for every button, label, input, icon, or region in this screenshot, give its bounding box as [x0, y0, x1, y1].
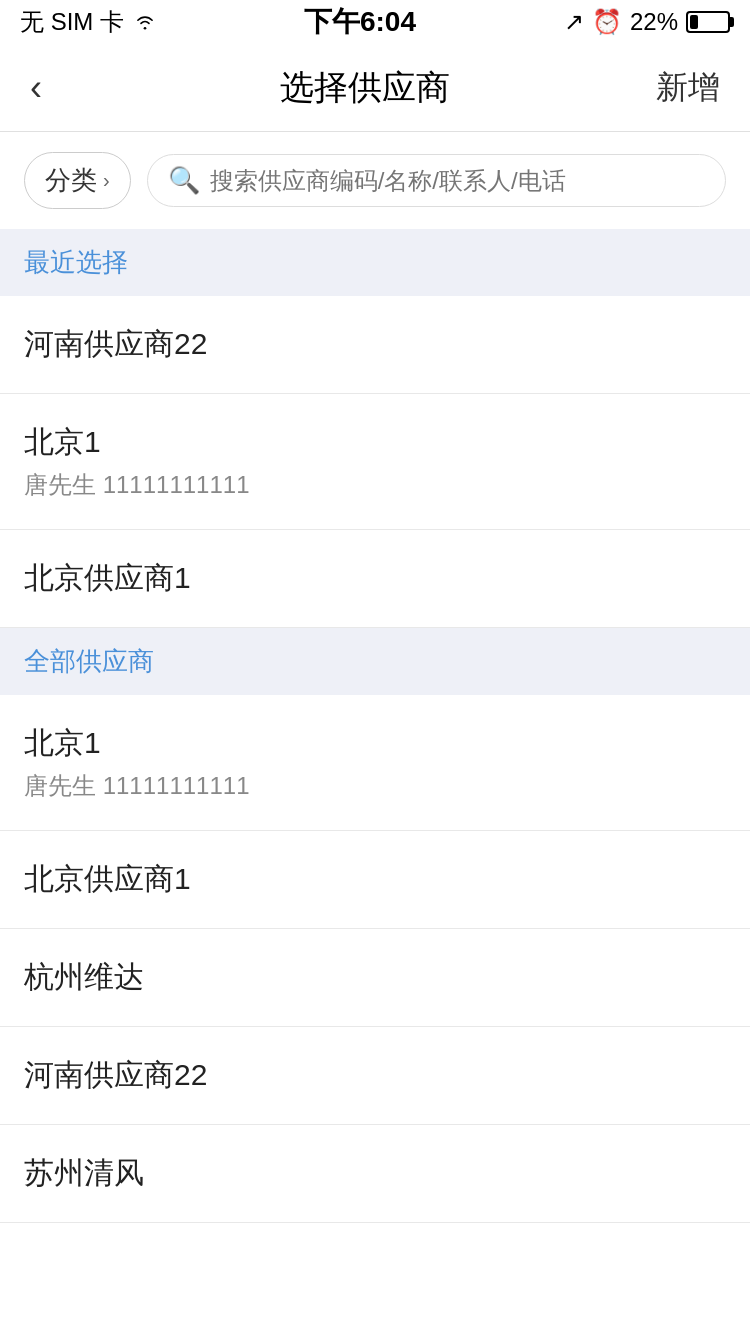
search-icon: 🔍 — [168, 165, 200, 196]
list-item[interactable]: 北京1 唐先生 11111111111 — [0, 394, 750, 530]
list-item[interactable]: 河南供应商22 — [0, 296, 750, 394]
battery-icon — [686, 11, 730, 33]
list-item[interactable]: 北京1 唐先生 11111111111 — [0, 695, 750, 831]
category-button[interactable]: 分类 › — [24, 152, 131, 209]
list-item[interactable]: 杭州维达 — [0, 929, 750, 1027]
supplier-contact: 唐先生 11111111111 — [24, 469, 726, 501]
sections-container: 最近选择河南供应商22 北京1 唐先生 11111111111 北京供应商1 全部供应商… — [0, 229, 750, 1223]
supplier-name: 杭州维达 — [24, 957, 726, 998]
wifi-icon — [134, 14, 156, 30]
supplier-name: 北京1 — [24, 422, 726, 463]
nav-bar: ‹ 选择供应商 新增 — [0, 44, 750, 132]
section-header-all: 全部供应商 — [0, 628, 750, 695]
list-item[interactable]: 河南供应商22 — [0, 1027, 750, 1125]
supplier-name: 北京1 — [24, 723, 726, 764]
back-icon: ‹ — [30, 67, 42, 108]
supplier-name: 北京供应商1 — [24, 558, 726, 599]
battery-percent: 22% — [630, 8, 678, 36]
status-right: ↗ ⏰ 22% — [564, 8, 730, 36]
supplier-contact: 唐先生 11111111111 — [24, 770, 726, 802]
page-title: 选择供应商 — [90, 65, 640, 111]
supplier-name: 河南供应商22 — [24, 1055, 726, 1096]
filter-bar: 分类 › 🔍 — [0, 132, 750, 229]
carrier-label: 无 SIM 卡 — [20, 6, 124, 38]
status-bar: 无 SIM 卡 下午6:04 ↗ ⏰ 22% — [0, 0, 750, 44]
search-input[interactable] — [210, 167, 705, 195]
alarm-icon: ⏰ — [592, 8, 622, 36]
location-icon: ↗ — [564, 8, 584, 36]
search-box: 🔍 — [147, 154, 726, 207]
battery-fill — [690, 15, 698, 29]
back-button[interactable]: ‹ — [30, 67, 90, 109]
new-button[interactable]: 新增 — [640, 66, 720, 110]
supplier-name: 苏州清风 — [24, 1153, 726, 1194]
list-item[interactable]: 北京供应商1 — [0, 831, 750, 929]
section-header-recent: 最近选择 — [0, 229, 750, 296]
category-label: 分类 — [45, 163, 97, 198]
status-left: 无 SIM 卡 — [20, 6, 156, 38]
supplier-name: 北京供应商1 — [24, 859, 726, 900]
chevron-right-icon: › — [103, 169, 110, 192]
list-item[interactable]: 北京供应商1 — [0, 530, 750, 628]
supplier-name: 河南供应商22 — [24, 324, 726, 365]
status-time: 下午6:04 — [304, 3, 416, 41]
list-item[interactable]: 苏州清风 — [0, 1125, 750, 1223]
